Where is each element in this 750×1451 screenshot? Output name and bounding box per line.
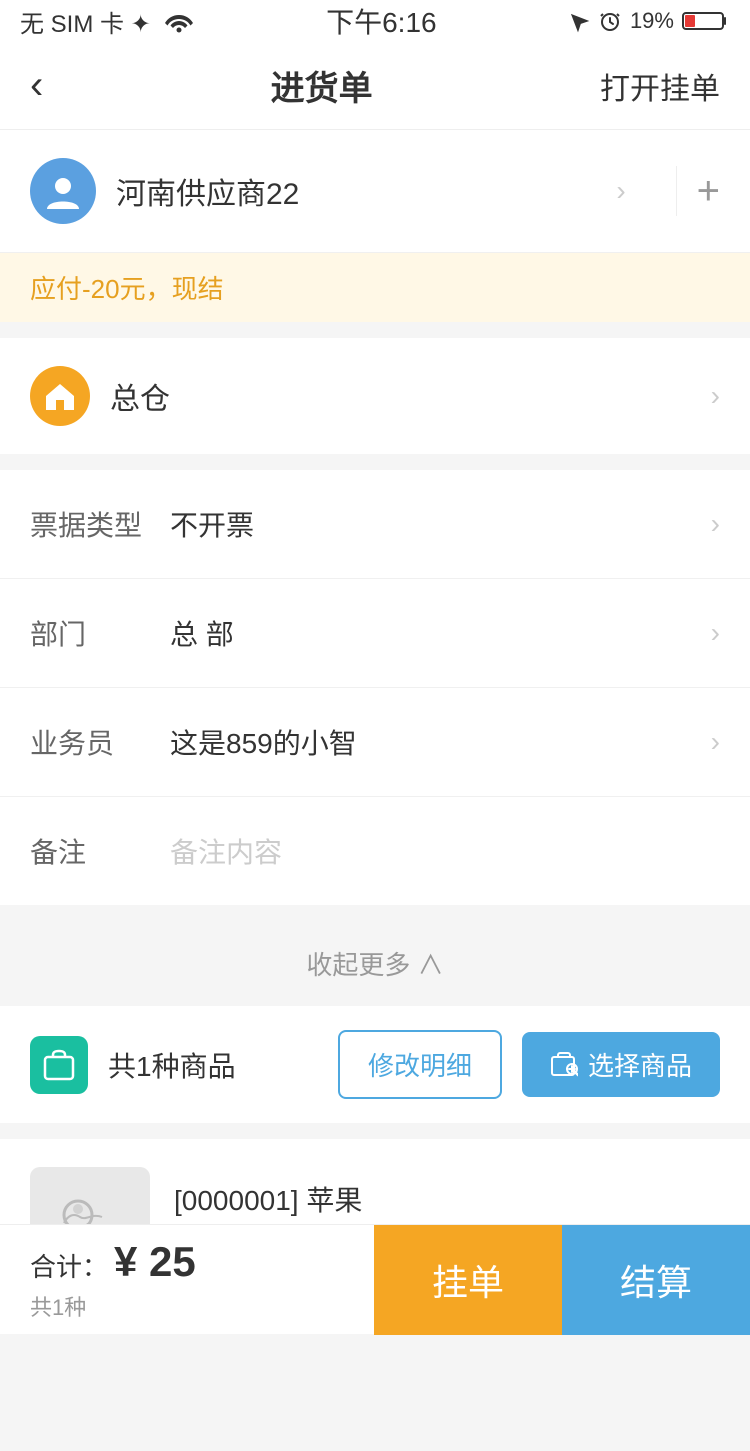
supplier-row[interactable]: 河南供应商22 › + (0, 130, 750, 253)
edit-detail-button[interactable]: 修改明细 (338, 1030, 502, 1099)
vertical-divider (676, 166, 677, 216)
status-left: 无 SIM 卡 ✦ (20, 4, 197, 39)
dept-row[interactable]: 部门 总 部 › (0, 579, 750, 688)
battery-label: 19% (630, 8, 674, 34)
invoice-row[interactable]: 票据类型 不开票 › (0, 470, 750, 579)
dept-chevron-icon: › (711, 617, 720, 649)
total-amount: ¥ 25 (114, 1238, 196, 1286)
collapse-bar[interactable]: 收起更多 ∧ (0, 921, 750, 1006)
status-right: 19% (566, 8, 730, 34)
select-product-label: 选择商品 (588, 1046, 692, 1083)
warehouse-icon (30, 366, 90, 426)
staff-label: 业务员 (30, 722, 150, 762)
invoice-value: 不开票 (150, 504, 711, 544)
supplier-name: 河南供应商22 (116, 169, 616, 213)
sim-label: 无 SIM 卡 ✦ (20, 4, 151, 39)
battery-icon (682, 9, 730, 33)
avatar-icon (43, 171, 83, 211)
status-time: 下午6:16 (326, 1, 437, 41)
select-product-button[interactable]: 选择商品 (522, 1032, 720, 1097)
cart-icon (41, 1047, 77, 1083)
staff-value: 这是859的小智 (150, 722, 711, 762)
remark-label: 备注 (30, 831, 150, 871)
total-count: 共1种 (30, 1290, 344, 1322)
page-title: 进货单 (271, 61, 373, 110)
nav-bar: ‹ 进货单 打开挂单 (0, 42, 750, 130)
remark-row[interactable]: 备注 备注内容 (0, 797, 750, 905)
house-icon (42, 378, 78, 414)
staff-chevron-icon: › (711, 726, 720, 758)
supplier-card: 河南供应商22 › + 应付-20元，现结 (0, 130, 750, 322)
staff-row[interactable]: 业务员 这是859的小智 › (0, 688, 750, 797)
supplier-avatar (30, 158, 96, 224)
warehouse-row[interactable]: 总仓 › (0, 338, 750, 454)
bottom-bar: 合计： ¥ 25 共1种 挂单 结算 (0, 1224, 750, 1334)
select-product-icon (550, 1051, 578, 1079)
product-name: [0000001] 苹果 (174, 1179, 650, 1219)
warehouse-name: 总仓 (110, 374, 711, 418)
wifi-icon (161, 9, 197, 33)
total-label: 合计： (30, 1247, 108, 1284)
dept-label: 部门 (30, 613, 150, 653)
hang-button[interactable]: 挂单 (374, 1225, 562, 1335)
location-icon (566, 9, 590, 33)
dept-value: 总 部 (150, 613, 711, 653)
warehouse-chevron-icon: › (711, 380, 720, 412)
products-icon (30, 1036, 88, 1094)
back-button[interactable]: ‹ (30, 63, 43, 108)
invoice-label: 票据类型 (30, 504, 150, 544)
total-section: 合计： ¥ 25 共1种 (0, 1238, 374, 1322)
invoice-chevron-icon: › (711, 508, 720, 540)
alarm-icon (598, 9, 622, 33)
open-pending-button[interactable]: 打开挂单 (600, 64, 720, 108)
notice-bar: 应付-20元，现结 (0, 253, 750, 322)
supplier-chevron-icon: › (616, 175, 625, 207)
settle-button[interactable]: 结算 (562, 1225, 750, 1335)
product-code: [0000001] (174, 1185, 306, 1216)
remark-placeholder: 备注内容 (150, 831, 720, 871)
warehouse-card[interactable]: 总仓 › (0, 338, 750, 454)
status-bar: 无 SIM 卡 ✦ 下午6:16 19% (0, 0, 750, 42)
products-header: 共1种商品 修改明细 选择商品 (0, 1006, 750, 1123)
product-title: 苹果 (306, 1185, 362, 1216)
form-card: 票据类型 不开票 › 部门 总 部 › 业务员 这是859的小智 › 备注 备注… (0, 470, 750, 905)
add-icon[interactable]: + (697, 169, 720, 214)
products-count: 共1种商品 (108, 1045, 318, 1085)
